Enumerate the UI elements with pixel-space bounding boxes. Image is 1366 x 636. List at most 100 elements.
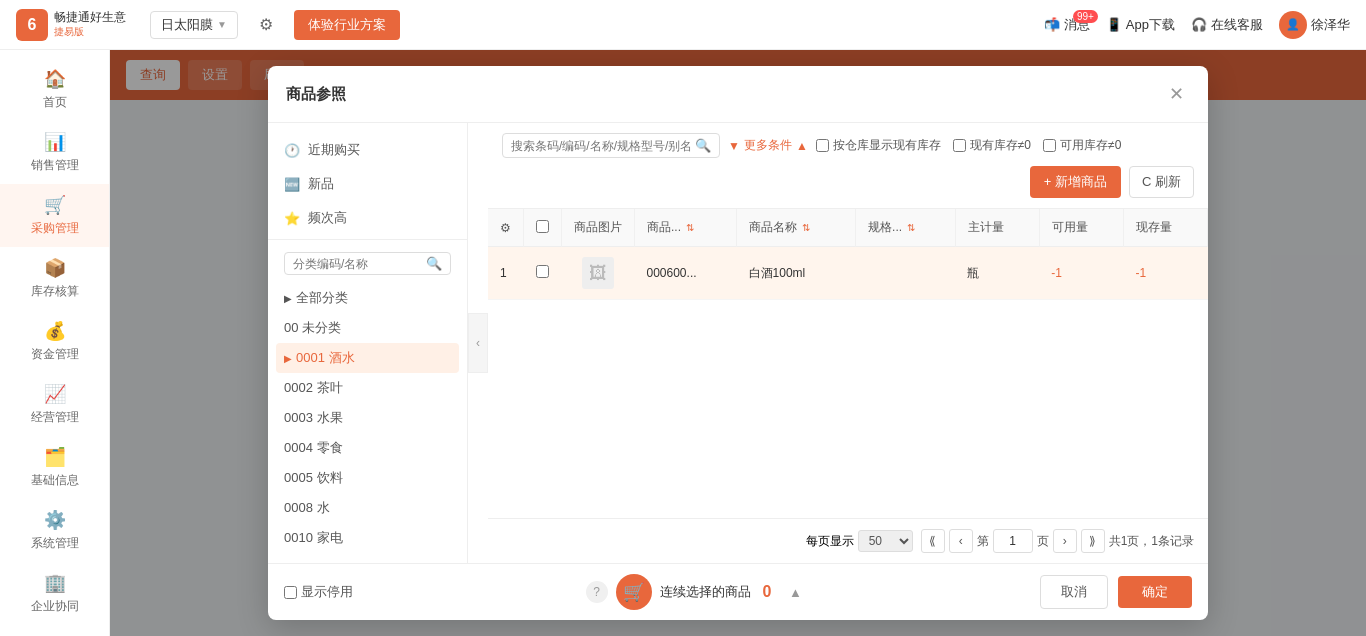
modal-body: 🕐 近期购买 🆕 新品 ⭐ 频次高 <box>268 123 1208 563</box>
add-product-button[interactable]: + 新增商品 <box>1030 166 1121 198</box>
online-service-item[interactable]: 🎧 在线客服 <box>1191 16 1263 34</box>
th-spec: 规格... ⇅ <box>856 209 956 247</box>
category-0002[interactable]: 0002 茶叶 <box>276 373 459 403</box>
sidebar-item-sales[interactable]: 📊 销售管理 <box>0 121 109 184</box>
sort-icon-code: ⇅ <box>686 222 694 233</box>
cancel-button[interactable]: 取消 <box>1040 575 1108 609</box>
username: 徐泽华 <box>1311 16 1350 34</box>
sidebar-item-system[interactable]: ⚙️ 系统管理 <box>0 499 109 562</box>
td-unit: 瓶 <box>955 247 1039 300</box>
per-page-label: 每页显示 <box>806 533 854 550</box>
category-search-input[interactable] <box>293 257 422 271</box>
sidebar-label-purchase: 采购管理 <box>31 220 79 237</box>
sidebar-item-finance[interactable]: 💰 资金管理 <box>0 310 109 373</box>
category-0004[interactable]: 0004 零食 <box>276 433 459 463</box>
prev-page-button[interactable]: ‹ <box>949 529 973 553</box>
page-number-input[interactable] <box>993 529 1033 553</box>
row-checkbox[interactable] <box>536 265 549 278</box>
category-search[interactable]: 🔍 <box>284 252 451 275</box>
footer-center: ? 🛒 连续选择的商品 0 ▲ <box>586 574 808 610</box>
category-00-label: 00 未分类 <box>284 319 341 337</box>
sidebar-item-operation[interactable]: 📈 经营管理 <box>0 373 109 436</box>
category-0008[interactable]: 0008 水 <box>276 493 459 523</box>
sidebar-item-newbie[interactable]: 🎓 新手引导 <box>0 625 109 636</box>
show-disabled-checkbox[interactable] <box>284 586 297 599</box>
settings-icon[interactable]: ⚙ <box>250 9 282 41</box>
checkbox-warehouse-label[interactable]: 按仓库显示现有库存 <box>816 137 941 154</box>
app-download-item[interactable]: 📱 App下载 <box>1106 16 1175 34</box>
checkbox-available-label[interactable]: 可用库存≠0 <box>1043 137 1121 154</box>
sidebar-label-enterprise: 企业协同 <box>31 598 79 615</box>
sidebar-item-purchase[interactable]: 🛒 采购管理 <box>0 184 109 247</box>
page-label: 第 <box>977 533 989 550</box>
app-download-label: App下载 <box>1126 16 1175 34</box>
tenant-selector[interactable]: 日太阳膜 ▼ <box>150 11 238 39</box>
phone-icon: 📱 <box>1106 17 1122 32</box>
recent-purchase-item[interactable]: 🕐 近期购买 <box>268 133 467 167</box>
show-disabled-label[interactable]: 显示停用 <box>284 583 353 601</box>
logo-area: 6 畅捷通好生意 捷易版 <box>16 9 126 41</box>
notifications-badge: 99+ <box>1073 10 1098 23</box>
product-search-bar[interactable]: 🔍 <box>502 133 720 158</box>
category-0003[interactable]: 0003 水果 <box>276 403 459 433</box>
sort-icon-spec: ⇅ <box>907 222 915 233</box>
sidebar-item-home[interactable]: 🏠 首页 <box>0 58 109 121</box>
toolbar-right: + 新增商品 C 刷新 <box>1030 166 1194 198</box>
sidebar-item-enterprise[interactable]: 🏢 企业协同 <box>0 562 109 625</box>
td-check <box>524 247 562 300</box>
cart-icon[interactable]: 🛒 <box>616 574 652 610</box>
sidebar-label-operation: 经营管理 <box>31 409 79 426</box>
refresh-button[interactable]: C 刷新 <box>1129 166 1194 198</box>
checkbox-stock[interactable] <box>953 139 966 152</box>
page-suffix: 页 <box>1037 533 1049 550</box>
category-0010[interactable]: 0010 家电 <box>276 523 459 553</box>
category-0001-label: 0001 酒水 <box>296 349 355 367</box>
last-page-button[interactable]: ⟫ <box>1081 529 1105 553</box>
product-image: 🖼 <box>582 257 614 289</box>
confirm-button[interactable]: 确定 <box>1118 576 1192 608</box>
finance-icon: 💰 <box>44 320 66 342</box>
user-item[interactable]: 👤 徐泽华 <box>1279 11 1350 39</box>
logo-icon: 6 <box>16 9 48 41</box>
category-search-section: 🔍 <box>268 244 467 283</box>
purchase-icon: 🛒 <box>44 194 66 216</box>
trial-button[interactable]: 体验行业方案 <box>294 10 400 40</box>
product-search-input[interactable] <box>511 139 691 153</box>
product-table: ⚙ 商品图片 <box>488 209 1208 300</box>
collapse-button[interactable]: ‹ <box>468 313 488 373</box>
td-image: 🖼 <box>562 247 635 300</box>
nav-right: 📬 消息 99+ 📱 App下载 🎧 在线客服 👤 徐泽华 <box>1044 11 1350 39</box>
sidebar-item-basic[interactable]: 🗂️ 基础信息 <box>0 436 109 499</box>
close-icon[interactable]: ✕ <box>1162 80 1190 108</box>
collapse-selection-button[interactable]: ▲ <box>783 580 807 604</box>
select-all-checkbox[interactable] <box>536 220 549 233</box>
search-icon: 🔍 <box>695 138 711 153</box>
category-0001[interactable]: ▶ 0001 酒水 <box>276 343 459 373</box>
category-all[interactable]: ▶ 全部分类 <box>276 283 459 313</box>
checkbox-warehouse[interactable] <box>816 139 829 152</box>
checkbox-available[interactable] <box>1043 139 1056 152</box>
category-0010-label: 0010 家电 <box>284 529 343 547</box>
td-name: 白酒100ml <box>737 247 856 300</box>
category-00[interactable]: 00 未分类 <box>276 313 459 343</box>
category-0005[interactable]: 0005 饮料 <box>276 463 459 493</box>
column-settings-icon[interactable]: ⚙ <box>500 221 511 235</box>
td-spec <box>856 247 956 300</box>
help-icon[interactable]: ? <box>586 581 608 603</box>
first-page-button[interactable]: ⟪ <box>921 529 945 553</box>
filter-button[interactable]: ▼ 更多条件 ▲ <box>728 137 808 154</box>
per-page-dropdown[interactable]: 50 100 200 <box>858 530 913 552</box>
clock-icon: 🕐 <box>284 143 300 158</box>
sales-icon: 📊 <box>44 131 66 153</box>
th-stock-label: 现存量 <box>1136 220 1172 234</box>
checkbox-group: 按仓库显示现有库存 现有库存≠0 可用库存≠0 <box>816 137 1122 154</box>
table-row[interactable]: 1 🖼 000600... 白酒100ml <box>488 247 1208 300</box>
frequent-item[interactable]: ⭐ 频次高 <box>268 201 467 235</box>
next-page-button[interactable]: › <box>1053 529 1077 553</box>
checkbox-stock-label[interactable]: 现有库存≠0 <box>953 137 1031 154</box>
notifications-item[interactable]: 📬 消息 99+ <box>1044 16 1090 34</box>
modal-overlay: 商品参照 ✕ 🕐 近期购买 🆕 新品 <box>110 50 1366 636</box>
sidebar: 🏠 首页 📊 销售管理 🛒 采购管理 📦 库存核算 💰 资金管理 📈 经营管理 … <box>0 50 110 636</box>
new-product-item[interactable]: 🆕 新品 <box>268 167 467 201</box>
sidebar-item-inventory[interactable]: 📦 库存核算 <box>0 247 109 310</box>
